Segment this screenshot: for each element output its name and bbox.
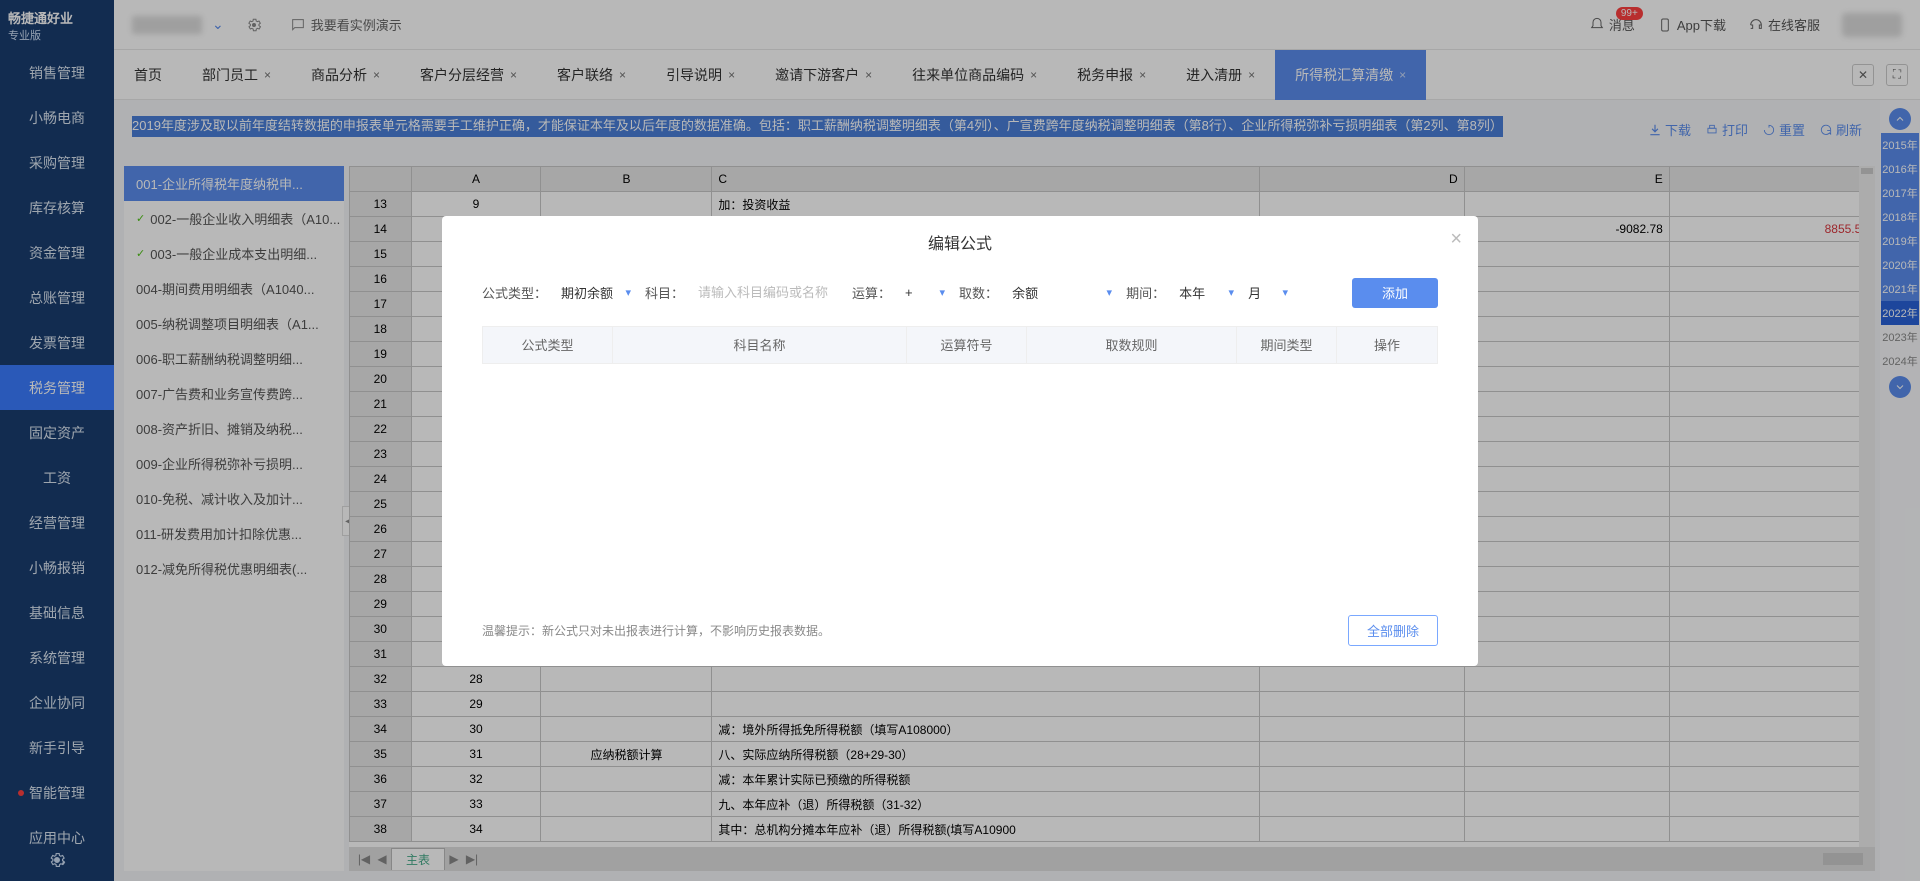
modal-close-icon[interactable]: × xyxy=(1450,228,1462,251)
subject-input[interactable] xyxy=(698,285,838,301)
fetch-label: 取数： xyxy=(959,283,998,302)
period-year-select[interactable]: 本年▾ xyxy=(1179,283,1234,302)
col-formula-type: 公式类型 xyxy=(483,327,613,363)
edit-formula-modal: 编辑公式 × 公式类型： 期初余额▾ 科目： 运算： +▾ 取数： 余额▾ 期间… xyxy=(442,216,1478,666)
op-select[interactable]: +▾ xyxy=(905,285,945,300)
modal-table: 公式类型 科目名称 运算符号 取数规则 期间类型 操作 xyxy=(482,326,1438,364)
modal-title-bar: 编辑公式 × xyxy=(442,216,1478,268)
modal-hint: 温馨提示：新公式只对未出报表进行计算，不影响历史报表数据。 xyxy=(482,622,830,639)
period-month-select[interactable]: 月▾ xyxy=(1248,283,1288,302)
subject-label: 科目： xyxy=(645,283,684,302)
chevron-down-icon: ▾ xyxy=(940,286,946,299)
chevron-down-icon: ▾ xyxy=(625,286,631,299)
col-fetch-rule: 取数规则 xyxy=(1027,327,1237,363)
modal-table-header: 公式类型 科目名称 运算符号 取数规则 期间类型 操作 xyxy=(483,327,1437,363)
formula-type-select[interactable]: 期初余额▾ xyxy=(561,283,631,302)
add-button[interactable]: 添加 xyxy=(1352,278,1438,308)
fetch-select[interactable]: 余额▾ xyxy=(1012,283,1112,302)
modal-footer: 温馨提示：新公式只对未出报表进行计算，不影响历史报表数据。 全部删除 xyxy=(442,601,1478,666)
col-period-type: 期间类型 xyxy=(1237,327,1337,363)
chevron-down-icon: ▾ xyxy=(1229,286,1235,299)
col-action: 操作 xyxy=(1337,327,1437,363)
col-subject-name: 科目名称 xyxy=(613,327,907,363)
op-label: 运算： xyxy=(852,283,891,302)
modal-form: 公式类型： 期初余额▾ 科目： 运算： +▾ 取数： 余额▾ 期间： 本年▾ 月… xyxy=(442,268,1478,318)
modal-title: 编辑公式 xyxy=(928,230,992,254)
chevron-down-icon: ▾ xyxy=(1107,286,1113,299)
period-label: 期间： xyxy=(1126,283,1165,302)
delete-all-button[interactable]: 全部删除 xyxy=(1348,615,1438,646)
formula-type-label: 公式类型： xyxy=(482,283,547,302)
chevron-down-icon: ▾ xyxy=(1283,286,1289,299)
col-op: 运算符号 xyxy=(907,327,1027,363)
